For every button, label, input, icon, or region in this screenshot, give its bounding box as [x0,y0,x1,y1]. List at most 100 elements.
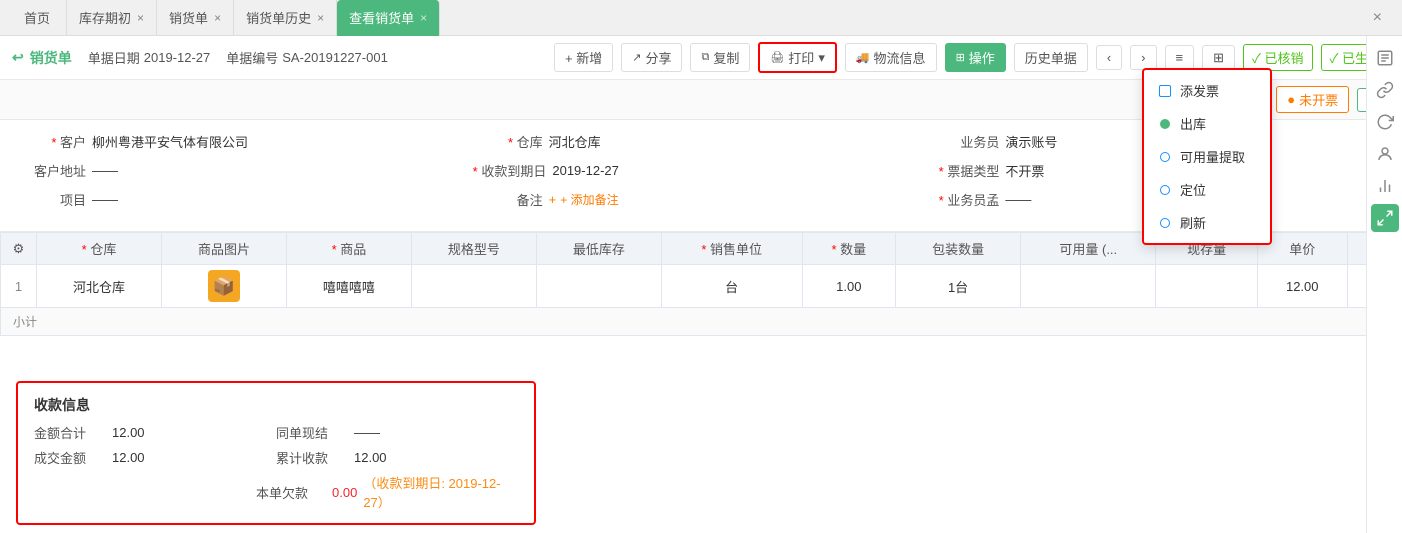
payment-deal-value: 12.00 [112,450,145,465]
payment-deal-row: 成交金额 12.00 [34,448,276,467]
col-min-stock: 最低库存 [536,233,661,265]
due-date-label: 收款到期日 [473,161,547,180]
add-invoice-icon [1158,84,1172,98]
dropdown-location[interactable]: 定位 [1144,173,1270,206]
copy-button[interactable]: ⧉ 复制 [690,43,750,72]
sidebar-icon-chart[interactable] [1371,172,1399,200]
tab-view-sales[interactable]: 查看销货单 × [337,0,440,36]
doc-number: 单据编号 SA-20191227-001 [226,48,388,67]
tab-sales-order-label: 销货单 [169,8,208,27]
list-view-icon: ≡ [1176,50,1184,65]
product-table-area: ⚙ * 仓库 商品图片 * 商品 规格型号 最低库存 * 销售单位 * 数量 包… [0,232,1402,373]
payment-total-value: 12.00 [112,425,145,440]
project-label: 项目 [16,190,86,209]
share-button-label: 分享 [645,48,671,67]
history-button[interactable]: 历史单据 [1014,43,1088,72]
dropdown-available-qty-label: 可用量提取 [1180,147,1245,166]
tab-home[interactable]: 首页 [8,0,67,36]
row-stock [1156,265,1257,308]
next-icon: › [1141,50,1145,65]
dropdown-add-invoice[interactable]: 添发票 [1144,74,1270,107]
operation-button[interactable]: ⊞ 操作 [945,43,1006,72]
product-table: ⚙ * 仓库 商品图片 * 商品 规格型号 最低库存 * 销售单位 * 数量 包… [0,232,1402,336]
row-product: 嘻嘻嘻嘻 [286,265,411,308]
next-button[interactable]: › [1130,45,1156,70]
number-label-text: 单据编号 [226,48,278,67]
payment-due-value: 0.00 [332,485,357,500]
document-type-label: 销货单 [30,48,72,68]
copy-button-label: 复制 [713,48,739,67]
tab-sales-order-close[interactable]: × [214,11,221,25]
salesperson-value: 演示账号 [1005,132,1057,151]
row-warehouse: 河北仓库 [37,265,162,308]
grid-view-icon: ⊞ [1213,50,1224,66]
warehouse-value: 河北仓库 [549,132,601,151]
tab-inventory-init-close[interactable]: × [137,11,144,25]
warehouse-label: 仓库 [473,132,543,151]
not-opened-icon: ● [1287,92,1295,107]
window-close-button[interactable]: × [1361,9,1394,27]
print-button[interactable]: 🖨 打印 ▾ [758,42,837,73]
row-num: 1 [1,265,37,308]
payment-same-order-value: —— [354,425,380,440]
tab-view-sales-close[interactable]: × [420,11,427,25]
dropdown-refresh-label: 刷新 [1180,213,1206,232]
sidebar-icon-expand[interactable] [1371,204,1399,232]
payment-accumulated-label: 累计收款 [276,448,346,467]
list-view-button[interactable]: ≡ [1165,45,1195,70]
status-cancelled-badge: ✓ 已核销 [1243,44,1313,71]
payment-info: 收款信息 金额合计 12.00 同单现结 —— 成交金额 12.00 累计收款 … [16,381,536,525]
payment-deal-label: 成交金额 [34,448,104,467]
tab-sales-order[interactable]: 销货单 × [157,0,234,36]
col-settings[interactable]: ⚙ [1,233,37,265]
salesperson2-value: —— [1005,192,1031,207]
ticket-type-label: 票据类型 [929,161,999,180]
note-field: 备注 + + 添加备注 [473,190,930,209]
table-row: 1 河北仓库 📦 嘻嘻嘻嘻 台 1.00 1台 12.00 [1,265,1402,308]
logistics-button-label: 物流信息 [874,48,926,67]
payment-same-order-row: 同单现结 —— [276,423,518,442]
dropdown-outbound[interactable]: 出库 [1144,107,1270,140]
sidebar-icon-link[interactable] [1371,76,1399,104]
logistics-button[interactable]: 🚚 物流信息 [845,43,937,72]
dropdown-available-qty[interactable]: 可用量提取 [1144,140,1270,173]
dropdown-location-label: 定位 [1180,180,1206,199]
dropdown-add-invoice-label: 添发票 [1180,81,1219,100]
tab-inventory-init-label: 库存期初 [79,8,131,27]
col-pack-qty: 包装数量 [896,233,1021,265]
col-product-image: 商品图片 [161,233,286,265]
location-icon [1158,183,1172,197]
prev-button[interactable]: ‹ [1096,45,1122,70]
warehouse-field: 仓库 河北仓库 [473,132,930,151]
operation-button-label: 操作 [969,48,995,67]
not-opened-button[interactable]: ● 未开票 [1276,86,1349,113]
gear-icon[interactable]: ⚙ [13,241,25,256]
row-unit: 台 [661,265,802,308]
row-spec [411,265,536,308]
col-available: 可用量 (... [1021,233,1156,265]
date-label-text: 单据日期 [88,48,140,67]
sidebar-icon-notes[interactable] [1371,44,1399,72]
tab-sales-history[interactable]: 销货单历史 × [234,0,337,36]
due-date-field: 收款到期日 2019-12-27 [473,161,930,180]
tab-sales-history-close[interactable]: × [317,11,324,25]
due-date-value: 2019-12-27 [552,163,619,178]
date-value-text: 2019-12-27 [144,50,211,65]
tab-view-sales-label: 查看销货单 [349,8,414,27]
sidebar-icon-refresh[interactable] [1371,108,1399,136]
share-button[interactable]: ↗ 分享 [621,43,682,72]
row-image: 📦 [161,265,286,308]
sidebar-icon-user[interactable] [1371,140,1399,168]
add-note-button[interactable]: + + 添加备注 [549,191,619,208]
dropdown-refresh[interactable]: 刷新 [1144,206,1270,239]
status-cancelled-label: ✓ 已核销 [1252,51,1304,66]
grid-view-button[interactable]: ⊞ [1202,45,1235,71]
row-price: 12.00 [1257,265,1347,308]
new-button[interactable]: + 新增 [554,43,613,72]
right-sidebar [1366,36,1402,533]
payment-due-label: 本单欠款 [256,483,326,502]
document-type-title: ↩ 销货单 [12,48,72,68]
col-warehouse: * 仓库 [37,233,162,265]
tab-inventory-init[interactable]: 库存期初 × [67,0,157,36]
customer-value: 柳州粤港平安气体有限公司 [92,132,248,151]
